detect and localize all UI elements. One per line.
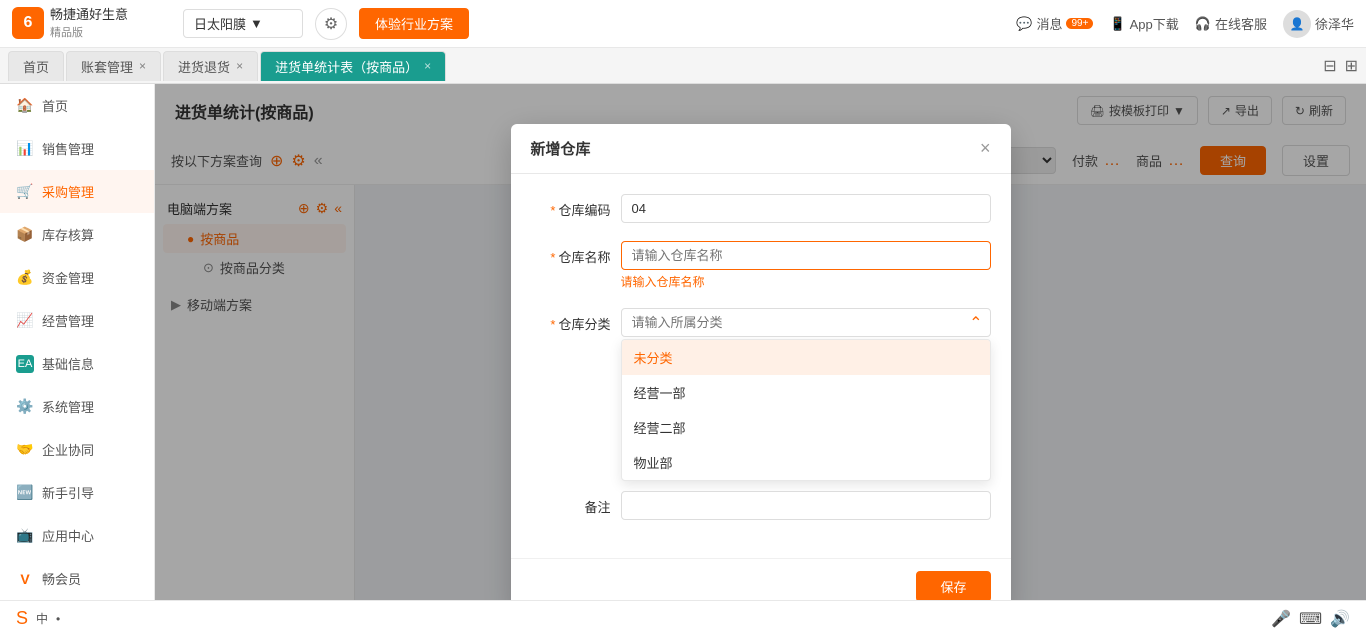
- name-input-wrap: 请输入仓库名称: [621, 241, 991, 290]
- message-icon: 💬: [1016, 16, 1032, 32]
- tab-purchase-stat[interactable]: 进货单统计表（按商品） ×: [260, 51, 446, 81]
- close-icon[interactable]: ×: [424, 59, 431, 73]
- avatar: 👤: [1283, 10, 1311, 38]
- phone-icon: 📱: [1109, 16, 1125, 32]
- sidebar-item-guide[interactable]: 🆕 新手引导: [0, 471, 154, 514]
- tab-purchase-return[interactable]: 进货退货 ×: [163, 51, 258, 81]
- bottom-left: S 中 •: [16, 608, 60, 629]
- dialog-header: 新增仓库 ×: [511, 124, 1011, 174]
- settings-icon[interactable]: ⚙: [315, 8, 347, 40]
- warehouse-code-input[interactable]: [621, 194, 991, 223]
- code-label: 仓库编码: [531, 194, 611, 219]
- name-error-msg: 请输入仓库名称: [621, 273, 991, 290]
- name-label: 仓库名称: [531, 241, 611, 266]
- sidebar-item-collab[interactable]: 🤝 企业协同: [0, 428, 154, 471]
- headset-icon: 🎧: [1195, 16, 1211, 32]
- modal-overlay: 新增仓库 × 仓库编码 仓库名称 请输入仓库名称 仓库分类: [155, 84, 1366, 600]
- header-middle: 日太阳膜 ▼ ⚙ 体验行业方案: [167, 8, 1016, 40]
- experience-button[interactable]: 体验行业方案: [359, 8, 469, 39]
- dialog-body: 仓库编码 仓库名称 请输入仓库名称 仓库分类 ⌃: [511, 174, 1011, 558]
- sidebar-item-finance[interactable]: 💰 资金管理: [0, 256, 154, 299]
- bottom-bar: S 中 • 🎤 ⌨ 🔊: [0, 600, 1366, 636]
- warehouse-category-input[interactable]: [621, 308, 991, 337]
- dialog-close-button[interactable]: ×: [980, 138, 991, 159]
- online-service-btn[interactable]: 🎧 在线客服: [1195, 14, 1267, 33]
- logo-area: 6 畅捷通好生意 精品版: [12, 7, 167, 40]
- form-row-name: 仓库名称 请输入仓库名称: [531, 241, 991, 290]
- dropdown-item-property[interactable]: 物业部: [622, 445, 990, 480]
- mic-icon[interactable]: 🎤: [1271, 609, 1291, 629]
- sidebar-item-home[interactable]: 🏠 首页: [0, 84, 154, 127]
- apps-icon: 📺: [16, 527, 34, 545]
- tab-accounts[interactable]: 账套管理 ×: [66, 51, 161, 81]
- messages-btn[interactable]: 💬 消息 99+: [1016, 14, 1093, 33]
- user-area[interactable]: 👤 徐泽华: [1283, 10, 1354, 38]
- operations-icon: 📈: [16, 312, 34, 330]
- finance-icon: 💰: [16, 269, 34, 287]
- category-input-suffix: ⌃: [621, 308, 991, 337]
- remark-input[interactable]: [621, 491, 991, 520]
- basics-icon: EA: [16, 355, 34, 373]
- minimize-icon[interactable]: ⊟: [1323, 56, 1336, 76]
- store-selector[interactable]: 日太阳膜 ▼: [183, 9, 303, 38]
- inventory-icon: 📦: [16, 226, 34, 244]
- sidebar-item-sales[interactable]: 📊 销售管理: [0, 127, 154, 170]
- brand-text: 畅捷通好生意 精品版: [50, 7, 128, 40]
- chevron-up-icon[interactable]: ⌃: [969, 313, 982, 333]
- form-row-remark: 备注: [531, 491, 991, 520]
- sidebar-item-inventory[interactable]: 📦 库存核算: [0, 213, 154, 256]
- close-icon[interactable]: ×: [236, 59, 243, 73]
- category-label: 仓库分类: [531, 308, 611, 333]
- header-right: 💬 消息 99+ 📱 App下载 🎧 在线客服 👤 徐泽华: [1016, 10, 1354, 38]
- sidebar-item-vip[interactable]: V 畅会员: [0, 557, 154, 600]
- dropdown-item-ops1[interactable]: 经营一部: [622, 375, 990, 410]
- app-download-btn[interactable]: 📱 App下载: [1109, 14, 1178, 33]
- remark-input-wrap: [621, 491, 991, 520]
- dialog-title: 新增仓库: [531, 138, 591, 159]
- guide-icon: 🆕: [16, 484, 34, 502]
- sn-logo: S: [16, 608, 28, 629]
- collab-icon: 🤝: [16, 441, 34, 459]
- vip-icon: V: [16, 570, 34, 588]
- form-row-category: 仓库分类 ⌃ 未分类 经营一部 经营二部 物业部: [531, 308, 991, 481]
- tab-home[interactable]: 首页: [8, 51, 64, 81]
- save-button[interactable]: 保存: [916, 571, 990, 602]
- close-icon[interactable]: ×: [139, 59, 146, 73]
- top-header: 6 畅捷通好生意 精品版 日太阳膜 ▼ ⚙ 体验行业方案 💬 消息 99+ 📱 …: [0, 0, 1366, 48]
- sidebar-item-system[interactable]: ⚙️ 系统管理: [0, 385, 154, 428]
- category-dropdown: 未分类 经营一部 经营二部 物业部: [621, 339, 991, 481]
- category-input-wrap: ⌃ 未分类 经营一部 经营二部 物业部: [621, 308, 991, 481]
- chevron-down-icon: ▼: [250, 16, 263, 31]
- sidebar-item-operations[interactable]: 📈 经营管理: [0, 299, 154, 342]
- sidebar-item-purchase[interactable]: 🛒 采购管理: [0, 170, 154, 213]
- remark-label: 备注: [531, 491, 611, 516]
- tab-controls: ⊟ ⊞: [1323, 56, 1358, 76]
- home-icon: 🏠: [16, 97, 34, 115]
- speaker-icon[interactable]: 🔊: [1330, 609, 1350, 629]
- bottom-right: 🎤 ⌨ 🔊: [1271, 609, 1350, 629]
- add-warehouse-dialog: 新增仓库 × 仓库编码 仓库名称 请输入仓库名称 仓库分类: [511, 124, 1011, 614]
- purchase-icon: 🛒: [16, 183, 34, 201]
- expand-icon[interactable]: ⊞: [1345, 56, 1358, 76]
- tab-bar: 首页 账套管理 × 进货退货 × 进货单统计表（按商品） × ⊟ ⊞: [0, 48, 1366, 84]
- form-row-code: 仓库编码: [531, 194, 991, 223]
- dropdown-item-ops2[interactable]: 经营二部: [622, 410, 990, 445]
- code-input-wrap: [621, 194, 991, 223]
- logo-icon: 6: [12, 7, 44, 39]
- sidebar-item-basics[interactable]: EA 基础信息: [0, 342, 154, 385]
- sales-icon: 📊: [16, 140, 34, 158]
- keyboard-icon[interactable]: ⌨: [1299, 609, 1322, 629]
- sidebar: 🏠 首页 📊 销售管理 🛒 采购管理 📦 库存核算 💰 资金管理 📈 经营管理 …: [0, 84, 155, 636]
- warehouse-name-input[interactable]: [621, 241, 991, 270]
- system-icon: ⚙️: [16, 398, 34, 416]
- dropdown-item-unclassified[interactable]: 未分类: [622, 340, 990, 375]
- sidebar-item-apps[interactable]: 📺 应用中心: [0, 514, 154, 557]
